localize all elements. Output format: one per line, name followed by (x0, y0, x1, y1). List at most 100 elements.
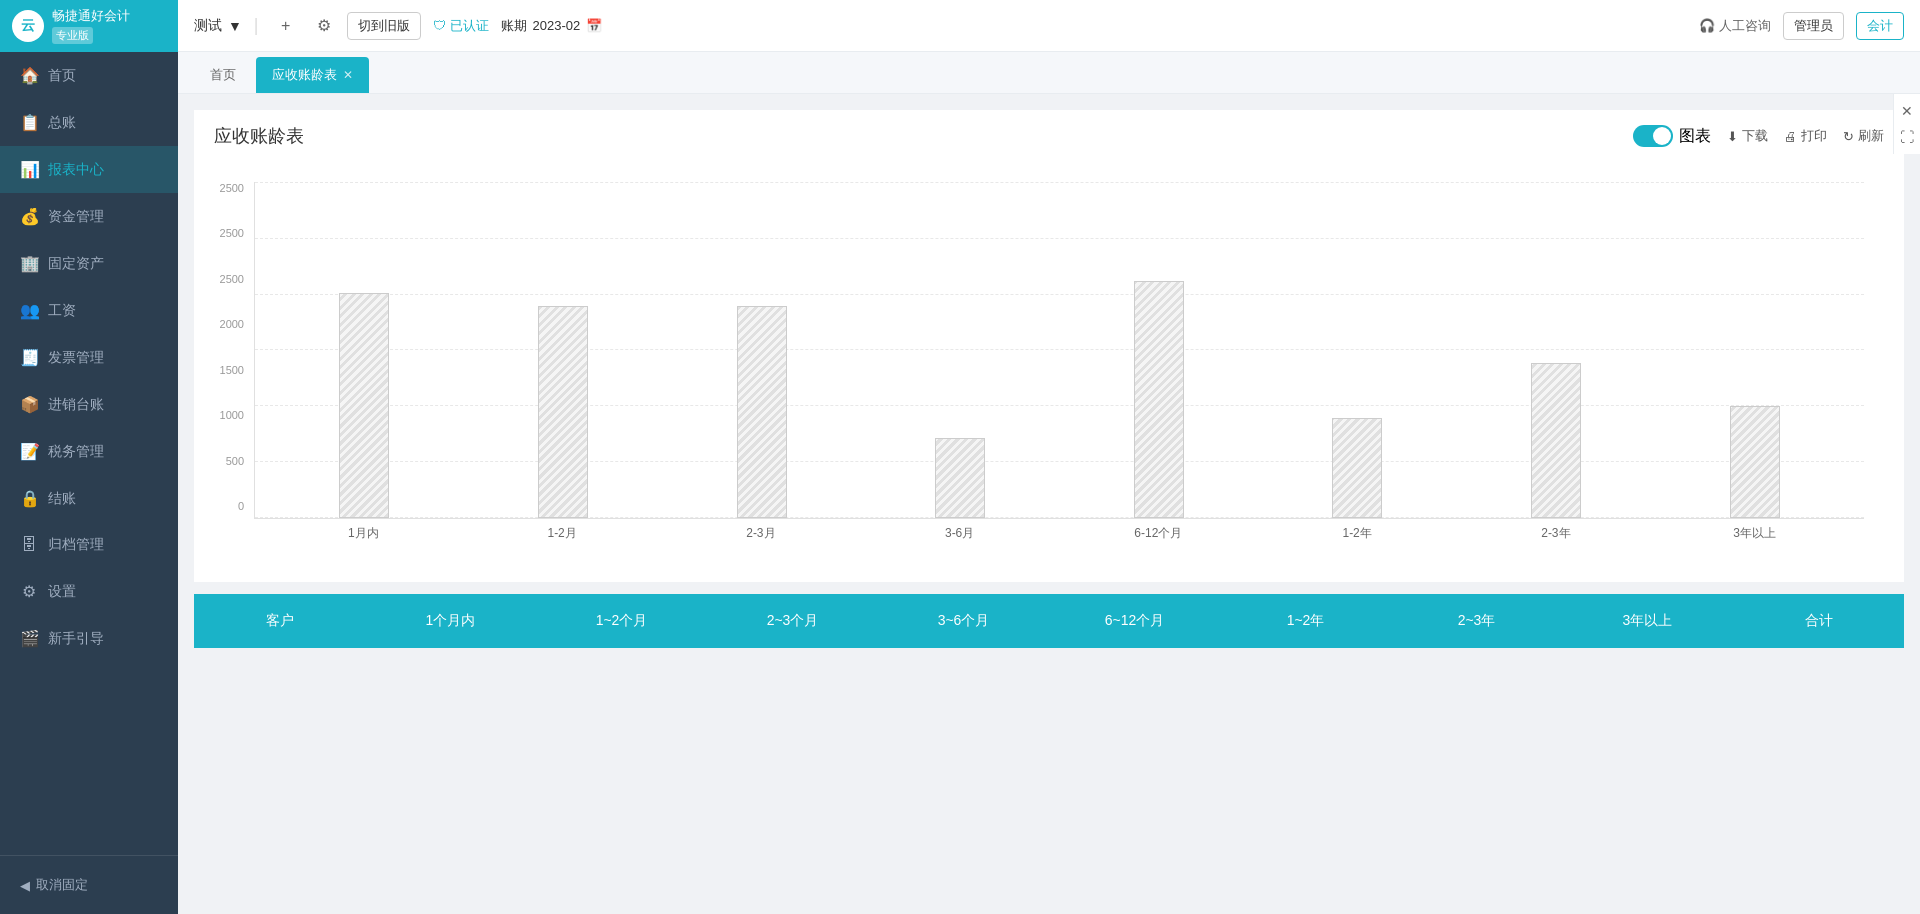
project-name: 测试 (194, 17, 222, 35)
reports-label: 报表中心 (48, 161, 104, 179)
tab-home-label: 首页 (210, 66, 236, 84)
admin-button[interactable]: 管理员 (1783, 12, 1844, 40)
chart-toggle[interactable]: 图表 (1633, 125, 1711, 147)
bar (538, 306, 588, 519)
chart-main: 1月内1-2月2-3月3-6月6-12个月1-2年2-3年3年以上 (254, 182, 1864, 542)
cancel-fixed-icon: ◀ (20, 878, 30, 893)
sidebar-item-assets[interactable]: 🏢 固定资产 (0, 240, 178, 287)
sidebar-item-settings[interactable]: ⚙ 设置 (0, 568, 178, 615)
table-header-cell: 1个月内 (365, 594, 536, 648)
y-axis-label: 500 (226, 455, 244, 467)
sidebar-item-invoice[interactable]: 🧾 发票管理 (0, 334, 178, 381)
closing-label: 结账 (48, 490, 76, 508)
service-label: 人工咨询 (1719, 17, 1771, 35)
service-button[interactable]: 🎧 人工咨询 (1699, 17, 1771, 35)
logo-text: 畅捷通好会计 专业版 (52, 8, 130, 44)
bar-group (339, 293, 389, 518)
close-panel-button[interactable]: ✕ (1898, 102, 1916, 120)
x-axis-label: 1-2年 (1332, 525, 1382, 542)
page-header: 应收账龄表 图表 ⬇ 下载 🖨 打印 ↻ 刷新 (194, 110, 1904, 162)
bar (1730, 406, 1780, 519)
sidebar-item-funds[interactable]: 💰 资金管理 (0, 193, 178, 240)
expand-panel-button[interactable]: ⛶ (1898, 128, 1916, 146)
funds-icon: 💰 (20, 207, 38, 226)
sidebar-item-reports[interactable]: 📊 报表中心 (0, 146, 178, 193)
trade-label: 进销台账 (48, 396, 104, 414)
bar (935, 438, 985, 518)
period-label: 账期 (501, 17, 527, 35)
y-axis-label: 2000 (220, 318, 244, 330)
topbar-actions: + ⚙ 切到旧版 (271, 11, 421, 41)
y-axis-label: 2500 (220, 182, 244, 194)
switch-version-button[interactable]: 切到旧版 (347, 12, 421, 40)
tax-label: 税务管理 (48, 443, 104, 461)
x-axis-label: 2-3年 (1531, 525, 1581, 542)
ledger-label: 总账 (48, 114, 76, 132)
table-header-cell: 6~12个月 (1049, 594, 1220, 648)
cancel-fixed-button[interactable]: ◀ 取消固定 (0, 866, 178, 904)
tabbar: 首页 应收账龄表 ✕ (178, 52, 1920, 94)
download-icon: ⬇ (1727, 129, 1738, 144)
print-icon: 🖨 (1784, 129, 1797, 144)
sidebar-item-payroll[interactable]: 👥 工资 (0, 287, 178, 334)
chart-container: 2500250025002000150010005000 1月内1-2月2-3月… (194, 162, 1904, 582)
invoice-icon: 🧾 (20, 348, 38, 367)
y-axis-label: 2500 (220, 273, 244, 285)
payroll-icon: 👥 (20, 301, 38, 320)
period-selector[interactable]: 账期 2023-02 📅 (501, 17, 603, 35)
guide-icon: 🎬 (20, 629, 38, 648)
download-button[interactable]: ⬇ 下载 (1727, 127, 1768, 145)
bar-group (1531, 363, 1581, 518)
toggle-track[interactable] (1633, 125, 1673, 147)
bar-group (737, 306, 787, 519)
logo-icon: 云 (12, 10, 44, 42)
settings-label: 设置 (48, 583, 76, 601)
dropdown-icon: ▼ (228, 18, 242, 34)
sidebar-item-ledger[interactable]: 📋 总账 (0, 99, 178, 146)
table-header: 客户1个月内1~2个月2~3个月3~6个月6~12个月1~2年2~3年3年以上合… (194, 594, 1904, 648)
bar (737, 306, 787, 519)
topbar: 测试 ▼ | + ⚙ 切到旧版 🛡 已认证 账期 2023-02 📅 🎧 人工咨… (178, 0, 1920, 52)
page-actions: 图表 ⬇ 下载 🖨 打印 ↻ 刷新 (1633, 125, 1884, 147)
chart-wrapper: 2500250025002000150010005000 1月内1-2月2-3月… (214, 182, 1864, 542)
funds-label: 资金管理 (48, 208, 104, 226)
archive-icon: 🗄 (20, 536, 38, 554)
print-button[interactable]: 🖨 打印 (1784, 127, 1827, 145)
certified-text: 已认证 (450, 17, 489, 35)
calendar-icon: 📅 (586, 18, 602, 33)
chart-y-axis: 2500250025002000150010005000 (214, 182, 254, 542)
page-title: 应收账龄表 (214, 124, 304, 148)
x-axis-label: 1月内 (338, 525, 388, 542)
refresh-button[interactable]: ↻ 刷新 (1843, 127, 1884, 145)
y-axis-label: 2500 (220, 227, 244, 239)
sidebar-item-guide[interactable]: 🎬 新手引导 (0, 615, 178, 662)
assets-label: 固定资产 (48, 255, 104, 273)
sidebar-bottom: ◀ 取消固定 (0, 855, 178, 914)
tab-close-icon[interactable]: ✕ (343, 68, 353, 82)
sidebar: 云 畅捷通好会计 专业版 🏠 首页 📋 总账 📊 报表中心 💰 资金管理 🏢 固… (0, 0, 178, 914)
topbar-right: 🎧 人工咨询 管理员 会计 (1699, 12, 1904, 40)
tab-home[interactable]: 首页 (194, 57, 252, 93)
table-header-cell: 3年以上 (1562, 594, 1733, 648)
bar-group (1332, 418, 1382, 518)
invoice-label: 发票管理 (48, 349, 104, 367)
add-button[interactable]: + (271, 11, 301, 41)
settings-button[interactable]: ⚙ (309, 11, 339, 41)
table-header-cell: 2~3个月 (707, 594, 878, 648)
assets-icon: 🏢 (20, 254, 38, 273)
settings-icon: ⚙ (20, 582, 38, 601)
y-axis-label: 0 (238, 500, 244, 512)
accountant-button[interactable]: 会计 (1856, 12, 1904, 40)
sidebar-item-tax[interactable]: 📝 税务管理 (0, 428, 178, 475)
sidebar-item-closing[interactable]: 🔒 结账 (0, 475, 178, 522)
home-icon: 🏠 (20, 66, 38, 85)
main-area: 测试 ▼ | + ⚙ 切到旧版 🛡 已认证 账期 2023-02 📅 🎧 人工咨… (178, 0, 1920, 914)
sidebar-item-home[interactable]: 🏠 首页 (0, 52, 178, 99)
project-selector[interactable]: 测试 ▼ (194, 17, 242, 35)
chart-x-labels: 1月内1-2月2-3月3-6月6-12个月1-2年2-3年3年以上 (254, 519, 1864, 542)
x-axis-label: 1-2月 (537, 525, 587, 542)
sidebar-item-archive[interactable]: 🗄 归档管理 (0, 522, 178, 568)
sidebar-item-trade[interactable]: 📦 进销台账 (0, 381, 178, 428)
chart-bars-area (254, 182, 1864, 519)
tab-receivables[interactable]: 应收账龄表 ✕ (256, 57, 369, 93)
